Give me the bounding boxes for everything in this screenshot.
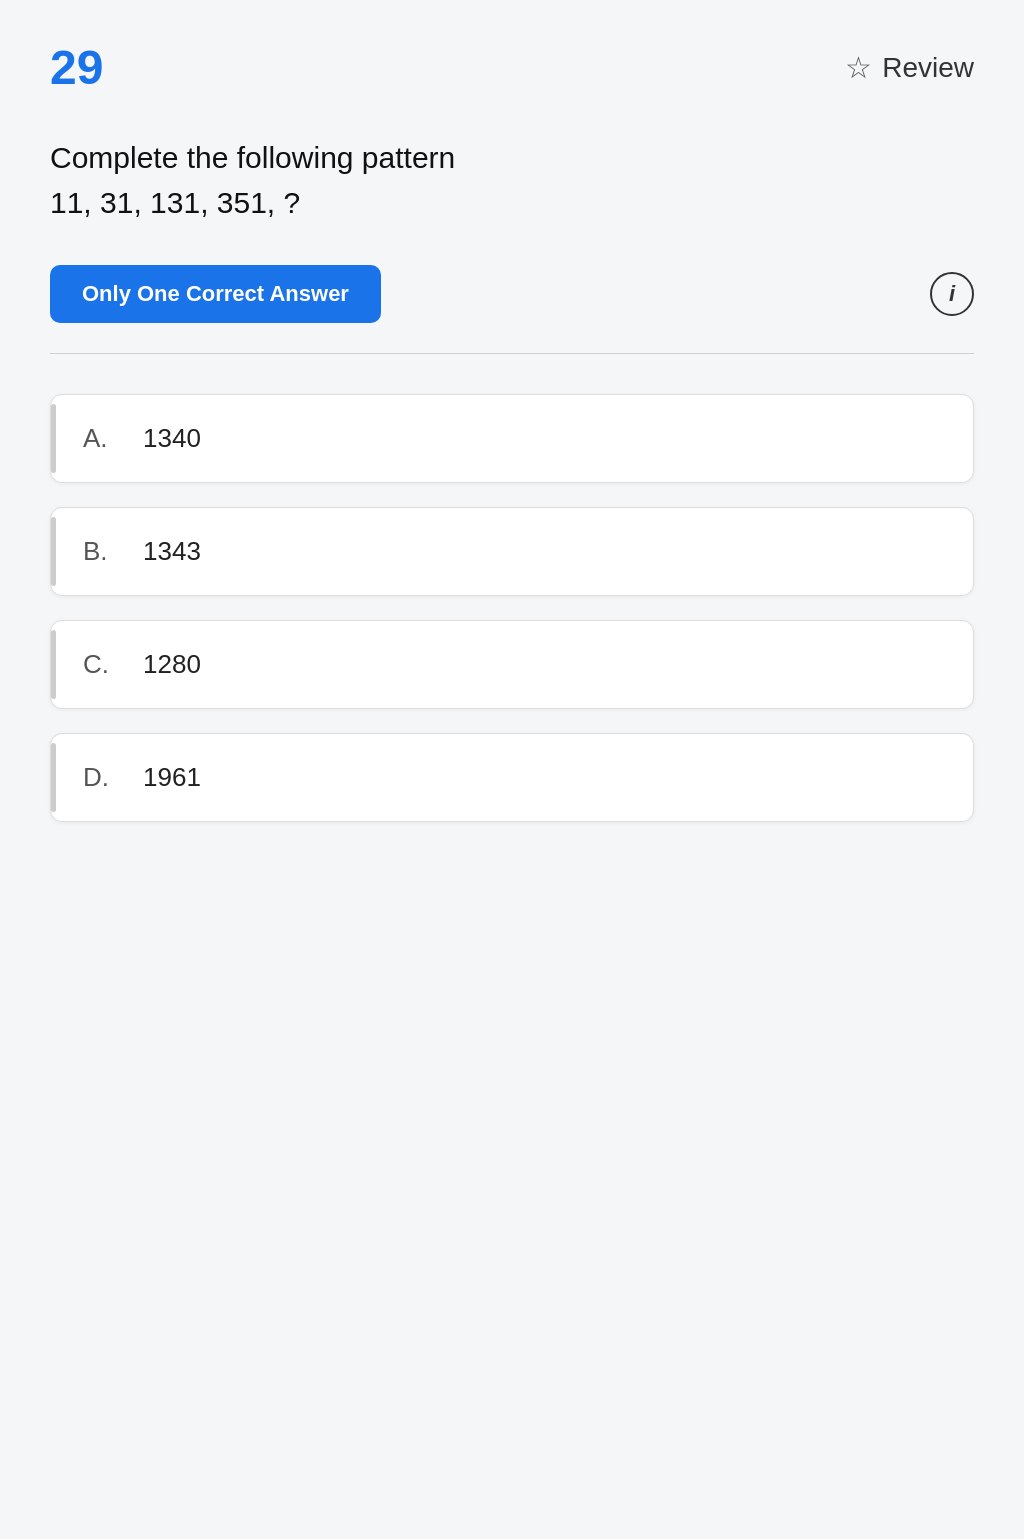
option-item-b[interactable]: B.1343 bbox=[50, 507, 974, 596]
option-value-0: 1340 bbox=[143, 423, 201, 454]
options-list: A.1340 B.1343 C.1280 D.1961 bbox=[50, 394, 974, 822]
option-value-3: 1961 bbox=[143, 762, 201, 793]
info-icon[interactable]: i bbox=[930, 272, 974, 316]
star-icon: ☆ bbox=[845, 50, 872, 85]
question-number: 29 bbox=[50, 40, 103, 95]
option-label-0: A. bbox=[83, 423, 143, 454]
option-item-c[interactable]: C.1280 bbox=[50, 620, 974, 709]
badge-row: Only One Correct Answer i bbox=[50, 265, 974, 323]
option-item-a[interactable]: A.1340 bbox=[50, 394, 974, 483]
option-label-2: C. bbox=[83, 649, 143, 680]
divider bbox=[50, 353, 974, 354]
option-label-3: D. bbox=[83, 762, 143, 793]
option-label-1: B. bbox=[83, 536, 143, 567]
question-line2: 11, 31, 131, 351, ? bbox=[50, 186, 300, 219]
review-label: Review bbox=[882, 52, 974, 84]
header: 29 ☆ Review bbox=[50, 40, 974, 95]
question-text: Complete the following pattern 11, 31, 1… bbox=[50, 135, 974, 225]
option-item-d[interactable]: D.1961 bbox=[50, 733, 974, 822]
option-value-2: 1280 bbox=[143, 649, 201, 680]
question-line1: Complete the following pattern bbox=[50, 141, 455, 174]
only-one-correct-badge: Only One Correct Answer bbox=[50, 265, 381, 323]
review-button[interactable]: ☆ Review bbox=[845, 50, 974, 85]
option-value-1: 1343 bbox=[143, 536, 201, 567]
